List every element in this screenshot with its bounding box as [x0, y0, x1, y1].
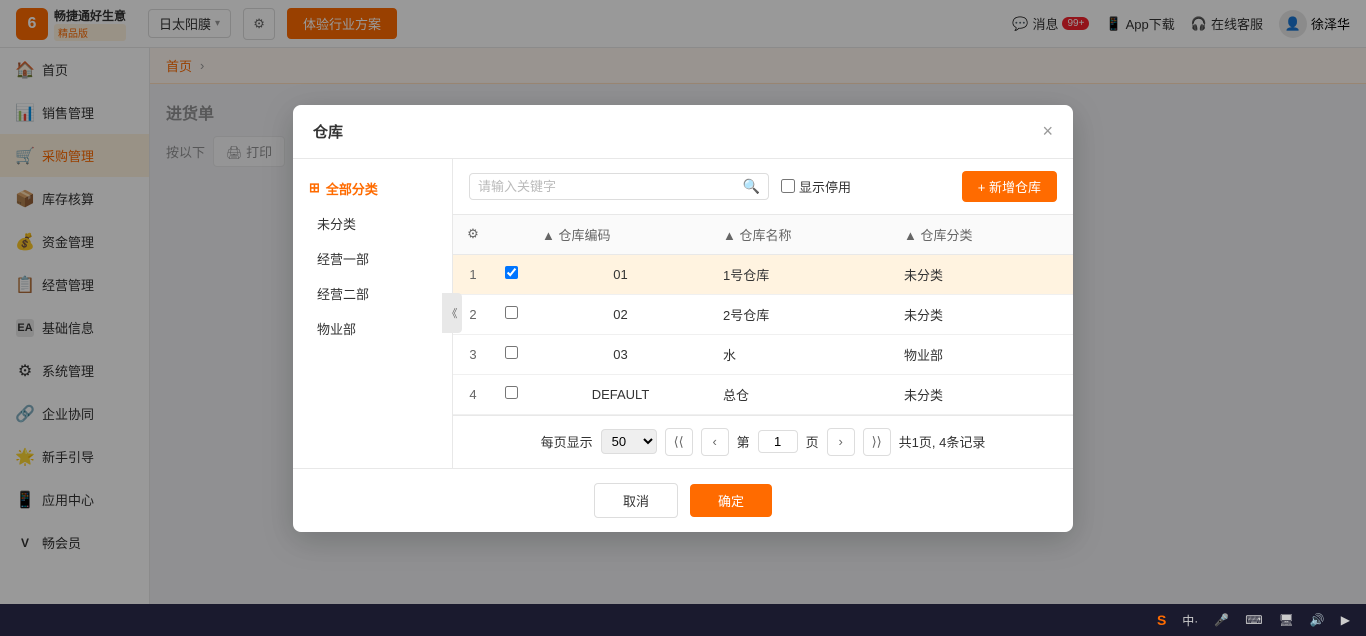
row-gear: 1 — [453, 254, 493, 294]
row-category: 未分类 — [892, 294, 1073, 334]
ime-indicator[interactable]: 中· — [1182, 612, 1198, 629]
bottom-bar: S 中· 🎤 ⌨ 🖥 🔊 ▶ — [0, 604, 1366, 636]
row-num: 01 — [530, 254, 711, 294]
all-categories-label: 全部分类 — [326, 179, 378, 198]
row-checkbox[interactable] — [505, 266, 518, 279]
row-category: 未分类 — [892, 254, 1073, 294]
row-name: 水 — [711, 334, 892, 374]
search-icon[interactable]: 🔍 — [743, 178, 760, 195]
category-ops1[interactable]: 经营一部 — [293, 241, 452, 276]
row-category: 物业部 — [892, 334, 1073, 374]
dialog-close-button[interactable]: × — [1042, 121, 1053, 142]
warehouse-dialog: 仓库 × ⊞ 全部分类 未分类 经营一部 经营二部 物业部 《 — [293, 105, 1073, 532]
row-name: 2号仓库 — [711, 294, 892, 334]
monitor-icon[interactable]: 🖥 — [1279, 613, 1294, 627]
network-icon[interactable]: ▶ — [1341, 613, 1350, 627]
category-property[interactable]: 物业部 — [293, 311, 452, 346]
grid-icon: ⊞ — [309, 180, 320, 196]
row-checkbox[interactable] — [505, 346, 518, 359]
page-suffix: 页 — [806, 432, 819, 451]
row-num: DEFAULT — [530, 374, 711, 414]
search-box: 🔍 — [469, 173, 769, 200]
mic-icon[interactable]: 🎤 — [1214, 613, 1229, 627]
col-category: ▲ 仓库分类 — [892, 215, 1073, 255]
row-gear: 4 — [453, 374, 493, 414]
row-checkbox[interactable] — [505, 306, 518, 319]
table-row[interactable]: 4 DEFAULT 总仓 未分类 — [453, 374, 1073, 414]
table-row[interactable]: 3 03 水 物业部 — [453, 334, 1073, 374]
total-label: 共1页, 4条记录 — [899, 432, 986, 451]
dialog-footer: 取消 确定 — [293, 468, 1073, 532]
per-page-label: 每页显示 — [541, 432, 593, 451]
row-name: 总仓 — [711, 374, 892, 414]
table-body: 1 01 1号仓库 未分类 2 02 2号仓库 未分类 3 03 水 物业部 4 — [453, 254, 1073, 414]
warehouse-table: ⚙ ▲ 仓库编码 ▲ 仓库名称 ▲ 仓库分类 — [453, 215, 1073, 415]
category-panel: ⊞ 全部分类 未分类 经营一部 经营二部 物业部 《 — [293, 159, 453, 468]
keyboard-icon[interactable]: ⌨ — [1245, 613, 1262, 627]
pagination: 每页显示 50 20 100 ⟨⟨ ‹ 第 页 › ⟩⟩ 共1页, 4条记录 — [453, 415, 1073, 468]
dialog-body: ⊞ 全部分类 未分类 经营一部 经营二部 物业部 《 🔍 — [293, 159, 1073, 468]
cancel-button[interactable]: 取消 — [594, 483, 678, 518]
page-input[interactable] — [758, 430, 798, 453]
s-logo: S — [1157, 612, 1166, 628]
search-input[interactable] — [478, 179, 743, 194]
warehouse-table-container: ⚙ ▲ 仓库编码 ▲ 仓库名称 ▲ 仓库分类 — [453, 215, 1073, 415]
table-row[interactable]: 2 02 2号仓库 未分类 — [453, 294, 1073, 334]
volume-icon[interactable]: 🔊 — [1310, 613, 1325, 627]
show-disabled-checkbox[interactable] — [781, 179, 795, 193]
table-header: ⚙ ▲ 仓库编码 ▲ 仓库名称 ▲ 仓库分类 — [453, 215, 1073, 255]
per-page-select[interactable]: 50 20 100 — [601, 429, 657, 454]
confirm-button[interactable]: 确定 — [690, 484, 772, 517]
col-gear: ⚙ — [453, 215, 493, 255]
category-unclassified[interactable]: 未分类 — [293, 206, 452, 241]
page-label: 第 — [737, 432, 750, 451]
row-category: 未分类 — [892, 374, 1073, 414]
all-categories-item[interactable]: ⊞ 全部分类 — [293, 171, 452, 206]
row-checkbox-cell[interactable] — [493, 374, 530, 414]
last-page-button[interactable]: ⟩⟩ — [863, 428, 891, 456]
row-num: 03 — [530, 334, 711, 374]
collapse-panel-button[interactable]: 《 — [442, 293, 462, 333]
row-checkbox-cell[interactable] — [493, 294, 530, 334]
col-name: ▲ 仓库名称 — [711, 215, 892, 255]
show-disabled-label: 显示停用 — [799, 177, 851, 196]
next-page-button[interactable]: › — [827, 428, 855, 456]
dialog-title: 仓库 — [313, 121, 343, 142]
table-row[interactable]: 1 01 1号仓库 未分类 — [453, 254, 1073, 294]
right-toolbar: 🔍 显示停用 + 新增仓库 — [453, 159, 1073, 215]
row-checkbox-cell[interactable] — [493, 254, 530, 294]
row-name: 1号仓库 — [711, 254, 892, 294]
row-checkbox-cell[interactable] — [493, 334, 530, 374]
first-page-button[interactable]: ⟨⟨ — [665, 428, 693, 456]
row-num: 02 — [530, 294, 711, 334]
dialog-header: 仓库 × — [293, 105, 1073, 159]
col-code: ▲ 仓库编码 — [530, 215, 711, 255]
warehouse-list-panel: 🔍 显示停用 + 新增仓库 ⚙ — [453, 159, 1073, 468]
col-checkbox — [493, 215, 530, 255]
row-checkbox[interactable] — [505, 386, 518, 399]
row-gear: 3 — [453, 334, 493, 374]
category-ops2[interactable]: 经营二部 — [293, 276, 452, 311]
show-disabled-toggle[interactable]: 显示停用 — [781, 177, 851, 196]
add-warehouse-button[interactable]: + 新增仓库 — [962, 171, 1057, 202]
dialog-overlay: 仓库 × ⊞ 全部分类 未分类 经营一部 经营二部 物业部 《 — [0, 0, 1366, 636]
prev-page-button[interactable]: ‹ — [701, 428, 729, 456]
